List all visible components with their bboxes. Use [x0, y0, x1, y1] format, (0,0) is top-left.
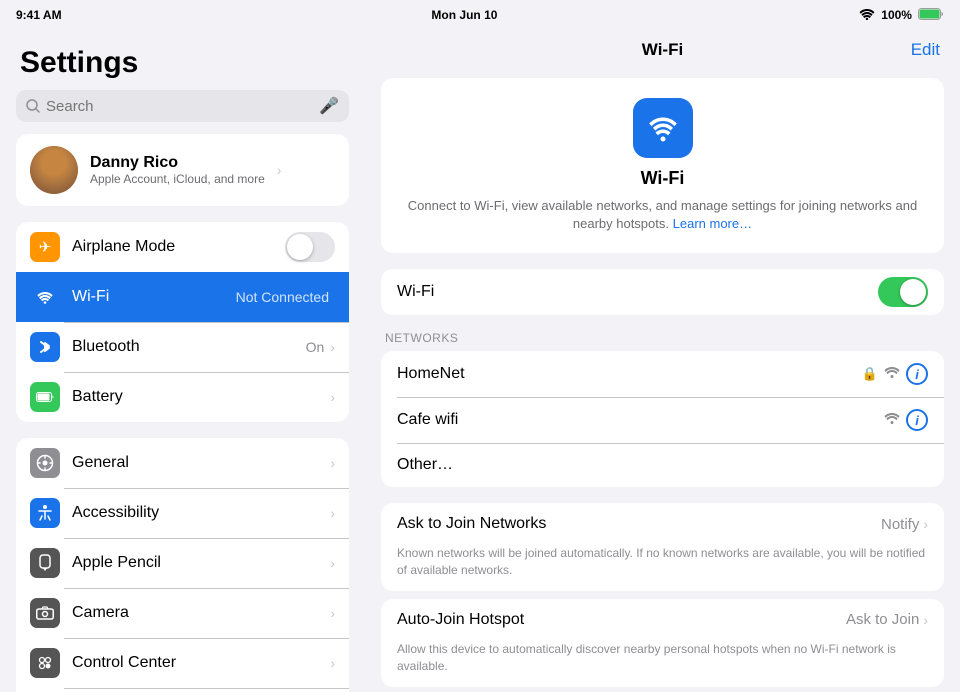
control-chevron: › [330, 655, 335, 671]
wifi-hero-title: Wi-Fi [401, 168, 924, 189]
wifi-status-value: Not Connected [236, 289, 329, 305]
auto-join-chevron: › [923, 612, 928, 628]
wifi-toggle-label: Wi-Fi [397, 283, 434, 301]
ask-join-label: Ask to Join Networks [397, 515, 881, 533]
wifi-icon [30, 282, 60, 312]
avatar [30, 146, 78, 194]
sidebar-item-general[interactable]: General › [16, 438, 349, 488]
sidebar: Settings 🎤 Danny Rico Apple Account, iCl… [0, 30, 365, 692]
ask-join-networks-row[interactable]: Ask to Join Networks Notify › [381, 503, 944, 545]
pencil-chevron: › [330, 555, 335, 571]
network-name-other: Other… [397, 456, 928, 474]
main-layout: Settings 🎤 Danny Rico Apple Account, iCl… [0, 30, 960, 692]
network-row-cafewifi[interactable]: Cafe wifi i [381, 397, 944, 443]
wifi-toggle-card: Wi-Fi [381, 269, 944, 315]
info-icon-homenet[interactable]: i [906, 363, 928, 385]
battery-icon [918, 8, 944, 23]
content-header: Wi-Fi Edit [365, 30, 960, 70]
search-input[interactable] [46, 98, 313, 115]
airplane-label: Airplane Mode [72, 238, 285, 256]
settings-section-2: General › Accessibility › [16, 438, 349, 692]
bluetooth-value: On [306, 339, 325, 355]
general-chevron: › [330, 455, 335, 471]
profile-chevron: › [277, 162, 282, 178]
wifi-status-icon [859, 8, 875, 23]
auto-join-value: Ask to Join [846, 611, 919, 628]
network-row-other[interactable]: Other… [381, 443, 944, 487]
auto-join-label: Auto-Join Hotspot [397, 611, 846, 629]
networks-card: HomeNet 🔒 i [381, 351, 944, 487]
bluetooth-chevron: › [330, 339, 335, 355]
control-center-label: Control Center [72, 654, 330, 672]
ask-join-chevron: › [923, 516, 928, 532]
sidebar-title: Settings [0, 30, 365, 90]
bluetooth-label: Bluetooth [72, 338, 306, 356]
profile-subtitle: Apple Account, iCloud, and more [90, 172, 265, 186]
control-center-icon [30, 648, 60, 678]
wifi-main-toggle[interactable] [878, 277, 928, 307]
sidebar-item-battery[interactable]: Battery › [16, 372, 349, 422]
ask-join-networks-card: Ask to Join Networks Notify › Known netw… [381, 503, 944, 591]
camera-icon [30, 598, 60, 628]
accessibility-chevron: › [330, 505, 335, 521]
pencil-label: Apple Pencil [72, 554, 330, 572]
profile-name: Danny Rico [90, 154, 265, 172]
status-bar: 9:41 AM Mon Jun 10 100% [0, 0, 960, 30]
search-bar[interactable]: 🎤 [16, 90, 349, 122]
general-label: General [72, 454, 330, 472]
airplane-toggle[interactable] [285, 232, 335, 262]
networks-section-label: NETWORKS [381, 331, 944, 345]
auto-join-description: Allow this device to automatically disco… [381, 641, 944, 687]
sidebar-item-wifi[interactable]: Wi-Fi Not Connected [16, 272, 349, 322]
edit-button[interactable]: Edit [911, 40, 940, 60]
settings-section-1: ✈ Airplane Mode Wi-Fi Not Connected [16, 222, 349, 422]
sidebar-item-bluetooth[interactable]: Bluetooth On › [16, 322, 349, 372]
general-icon [30, 448, 60, 478]
accessibility-icon [30, 498, 60, 528]
network-name-homenet: HomeNet [397, 365, 862, 383]
microphone-icon: 🎤 [319, 96, 339, 116]
content-title: Wi-Fi [642, 40, 683, 60]
sidebar-item-apple-pencil[interactable]: Apple Pencil › [16, 538, 349, 588]
pencil-icon [30, 548, 60, 578]
wifi-label: Wi-Fi [72, 288, 236, 306]
wifi-hero-card: Wi-Fi Connect to Wi-Fi, view available n… [381, 78, 944, 253]
camera-chevron: › [330, 605, 335, 621]
camera-label: Camera [72, 604, 330, 622]
accessibility-label: Accessibility [72, 504, 330, 522]
ask-join-value: Notify [881, 516, 919, 533]
airplane-icon: ✈ [30, 232, 60, 262]
sidebar-item-camera[interactable]: Camera › [16, 588, 349, 638]
auto-join-row[interactable]: Auto-Join Hotspot Ask to Join › [381, 599, 944, 641]
battery-chevron: › [330, 389, 335, 405]
search-icon [26, 99, 40, 113]
wifi-hero-description: Connect to Wi-Fi, view available network… [401, 197, 924, 233]
learn-more-link[interactable]: Learn more… [673, 216, 752, 231]
profile-row[interactable]: Danny Rico Apple Account, iCloud, and mo… [16, 134, 349, 206]
wifi-hero-svg [645, 114, 681, 142]
networks-section: NETWORKS HomeNet 🔒 i [381, 331, 944, 487]
status-date: Mon Jun 10 [431, 8, 497, 22]
wifi-hero-icon [633, 98, 693, 158]
wifi-signal-cafewifi [884, 411, 900, 429]
content-area: Wi-Fi Edit Wi-Fi Connect to Wi-Fi, view … [365, 30, 960, 692]
bluetooth-icon [30, 332, 60, 362]
lock-icon-homenet: 🔒 [862, 366, 878, 382]
wifi-signal-homenet [884, 365, 900, 383]
ask-join-description: Known networks will be joined automatica… [381, 545, 944, 591]
battery-row-icon [30, 382, 60, 412]
status-time: 9:41 AM [16, 8, 62, 22]
sidebar-item-airplane[interactable]: ✈ Airplane Mode [16, 222, 349, 272]
network-name-cafewifi: Cafe wifi [397, 411, 884, 429]
network-row-homenet[interactable]: HomeNet 🔒 i [381, 351, 944, 397]
battery-status: 100% [881, 8, 912, 22]
sidebar-item-accessibility[interactable]: Accessibility › [16, 488, 349, 538]
info-icon-cafewifi[interactable]: i [906, 409, 928, 431]
sidebar-item-display[interactable]: Display & Brightness › [16, 688, 349, 692]
auto-join-hotspot-card: Auto-Join Hotspot Ask to Join › Allow th… [381, 599, 944, 687]
sidebar-item-control-center[interactable]: Control Center › [16, 638, 349, 688]
battery-label: Battery [72, 388, 330, 406]
